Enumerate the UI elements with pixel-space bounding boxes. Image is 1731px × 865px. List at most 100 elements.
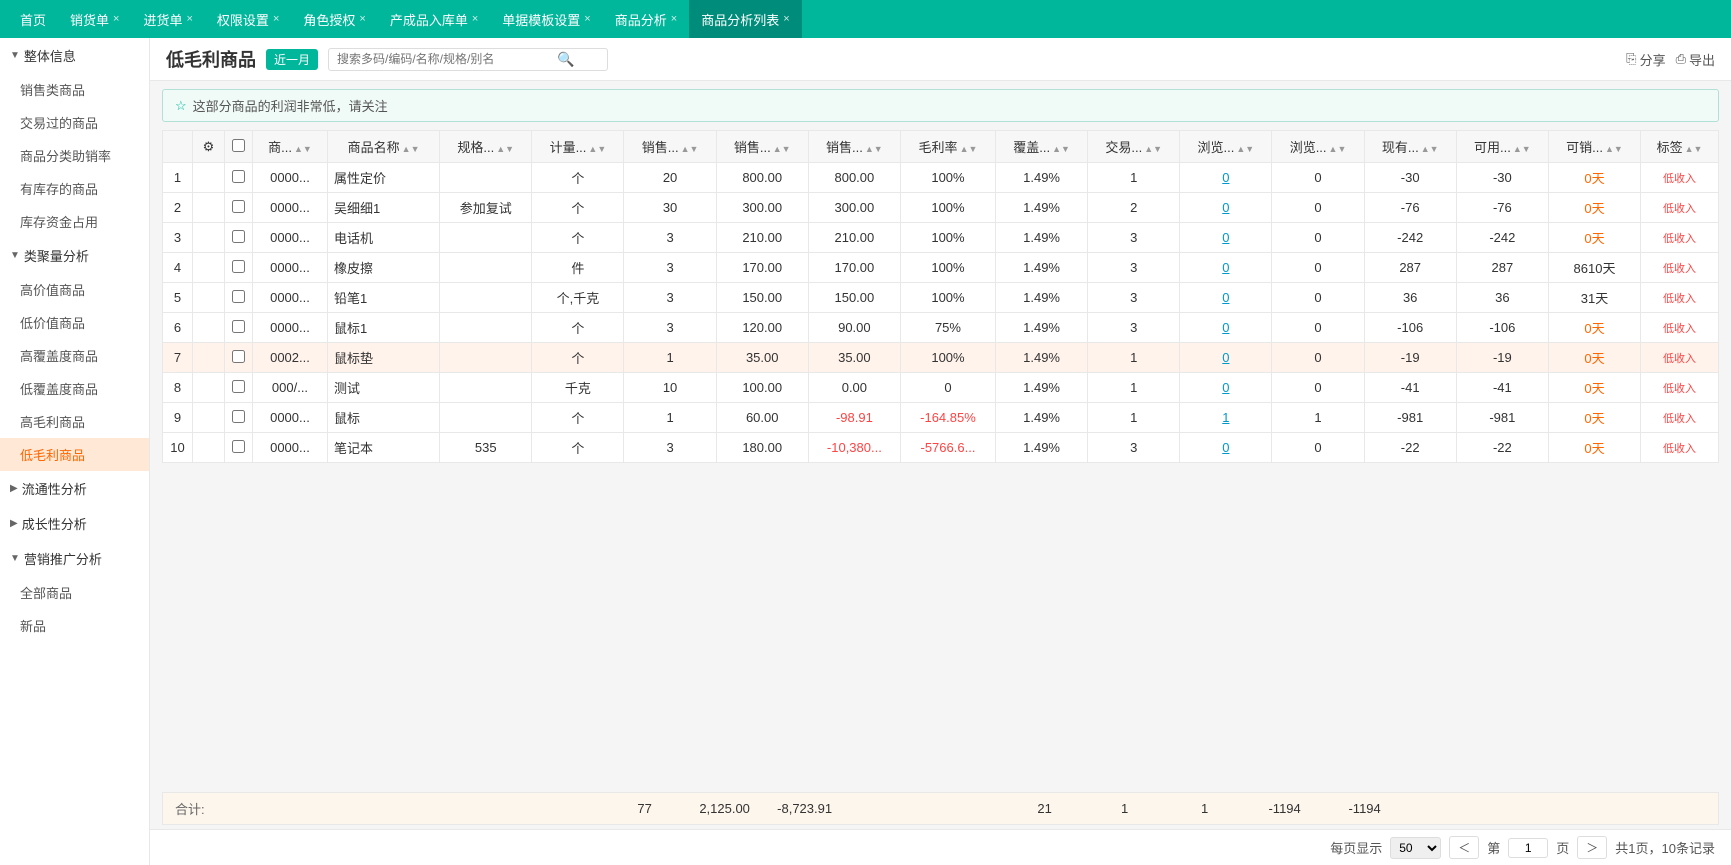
close-icon[interactable]: × [273,13,279,25]
cell-gross-rate: 100% [900,193,995,223]
cell-checkbox[interactable] [225,253,253,283]
select-all-checkbox[interactable] [232,139,245,152]
next-page-button[interactable]: ＞ [1577,836,1607,859]
nav-template[interactable]: 单据模板设置 × [490,0,602,38]
close-icon[interactable]: × [113,13,119,25]
sidebar-group-overview[interactable]: ▼ 整体信息 [0,38,149,73]
cell-settings[interactable] [193,313,225,343]
cell-sales-amount: 35.00 [808,343,900,373]
nav-permission[interactable]: 权限设置 × [205,0,291,38]
close-icon[interactable]: × [783,13,789,25]
cell-settings[interactable] [193,343,225,373]
row-checkbox[interactable] [232,410,245,423]
cell-browse1[interactable]: 0 [1180,283,1272,313]
row-checkbox[interactable] [232,290,245,303]
cell-browse1[interactable]: 0 [1180,163,1272,193]
nav-purchase[interactable]: 进货单 × [131,0,204,38]
cell-checkbox[interactable] [225,163,253,193]
cell-checkbox[interactable] [225,373,253,403]
search-input[interactable] [337,52,557,66]
col-settings[interactable]: ⚙ [193,131,225,163]
cell-checkbox[interactable] [225,433,253,463]
per-page-select[interactable]: 50 20 100 [1390,837,1441,859]
search-icon[interactable]: 🔍 [557,51,574,68]
sidebar-item-low-value[interactable]: 低价值商品 [0,306,149,339]
cell-checkbox[interactable] [225,223,253,253]
cell-name: 电话机 [327,223,439,253]
footer-sales-qty: 77 [605,801,685,816]
cell-spec [440,253,532,283]
row-checkbox[interactable] [232,380,245,393]
sidebar-item-low-coverage[interactable]: 低覆盖度商品 [0,372,149,405]
cell-checkbox[interactable] [225,313,253,343]
sidebar-item-category-rate[interactable]: 商品分类助销率 [0,139,149,172]
prev-page-button[interactable]: ＜ [1449,836,1479,859]
sidebar-group-marketing[interactable]: ▼ 营销推广分析 [0,541,149,576]
row-checkbox[interactable] [232,320,245,333]
export-button[interactable]: ⎙ 导出 [1676,50,1715,69]
nav-home[interactable]: 首页 [8,0,58,38]
cell-checkbox[interactable] [225,343,253,373]
nav-product-in[interactable]: 产成品入库单 × [378,0,490,38]
settings-icon[interactable]: ⚙ [203,139,215,154]
close-icon[interactable]: × [359,13,365,25]
nav-product-analysis-list[interactable]: 商品分析列表 × [689,0,801,38]
nav-product-analysis[interactable]: 商品分析 × [603,0,689,38]
nav-sales[interactable]: 销货单 × [58,0,131,38]
cell-browse1[interactable]: 0 [1180,223,1272,253]
row-checkbox[interactable] [232,200,245,213]
cell-settings[interactable] [193,373,225,403]
cell-settings[interactable] [193,163,225,193]
row-checkbox[interactable] [232,440,245,453]
nav-role[interactable]: 角色授权 × [291,0,377,38]
cell-trade: 2 [1088,193,1180,223]
cell-browse1[interactable]: 0 [1180,433,1272,463]
sidebar-group-circulation[interactable]: ▶ 流通性分析 [0,471,149,506]
sidebar-item-capital[interactable]: 库存资金占用 [0,205,149,238]
date-filter-tag[interactable]: 近一月 [266,49,318,70]
cell-browse1[interactable]: 0 [1180,193,1272,223]
close-icon[interactable]: × [671,13,677,25]
cell-browse1[interactable]: 0 [1180,373,1272,403]
page-label: 第 [1487,838,1500,857]
sidebar-item-high-coverage[interactable]: 高覆盖度商品 [0,339,149,372]
close-icon[interactable]: × [472,13,478,25]
cell-available: 287 [1456,253,1548,283]
cell-browse1[interactable]: 0 [1180,313,1272,343]
row-checkbox[interactable] [232,230,245,243]
table-row: 10 0000... 笔记本 535 个 3 180.00 -10,380...… [163,433,1719,463]
cell-checkbox[interactable] [225,283,253,313]
sidebar-item-new-goods[interactable]: 新品 [0,609,149,642]
share-button[interactable]: ⎘ 分享 [1626,50,1665,69]
row-checkbox[interactable] [232,260,245,273]
sidebar-item-high-value[interactable]: 高价值商品 [0,273,149,306]
sidebar-item-all-goods[interactable]: 全部商品 [0,576,149,609]
cell-checkbox[interactable] [225,403,253,433]
row-checkbox[interactable] [232,170,245,183]
row-checkbox[interactable] [232,350,245,363]
cell-settings[interactable] [193,433,225,463]
cell-browse1[interactable]: 0 [1180,343,1272,373]
cell-sales-qty: 3 [624,433,716,463]
sidebar-group-growth[interactable]: ▶ 成长性分析 [0,506,149,541]
cell-browse1[interactable]: 1 [1180,403,1272,433]
sidebar-item-in-stock[interactable]: 有库存的商品 [0,172,149,205]
cell-settings[interactable] [193,193,225,223]
cell-browse1[interactable]: 0 [1180,253,1272,283]
col-cover-rate: 覆盖...▲▼ [995,131,1087,163]
cell-settings[interactable] [193,403,225,433]
cell-settings[interactable] [193,253,225,283]
data-table-wrapper[interactable]: ⚙ 商...▲▼ 商品名称▲▼ 规格...▲▼ 计量...▲▼ 销售...▲▼ … [162,130,1719,792]
cell-checkbox[interactable] [225,193,253,223]
close-icon[interactable]: × [186,13,192,25]
cell-settings[interactable] [193,283,225,313]
sidebar-item-sales-goods[interactable]: 销售类商品 [0,73,149,106]
sidebar-item-low-margin[interactable]: 低毛利商品 [0,438,149,471]
cell-cover-rate: 1.49% [995,343,1087,373]
cell-settings[interactable] [193,223,225,253]
close-icon[interactable]: × [584,13,590,25]
sidebar-item-high-margin[interactable]: 高毛利商品 [0,405,149,438]
page-input[interactable] [1508,838,1548,858]
sidebar-item-traded-goods[interactable]: 交易过的商品 [0,106,149,139]
sidebar-group-cluster[interactable]: ▼ 类聚量分析 [0,238,149,273]
